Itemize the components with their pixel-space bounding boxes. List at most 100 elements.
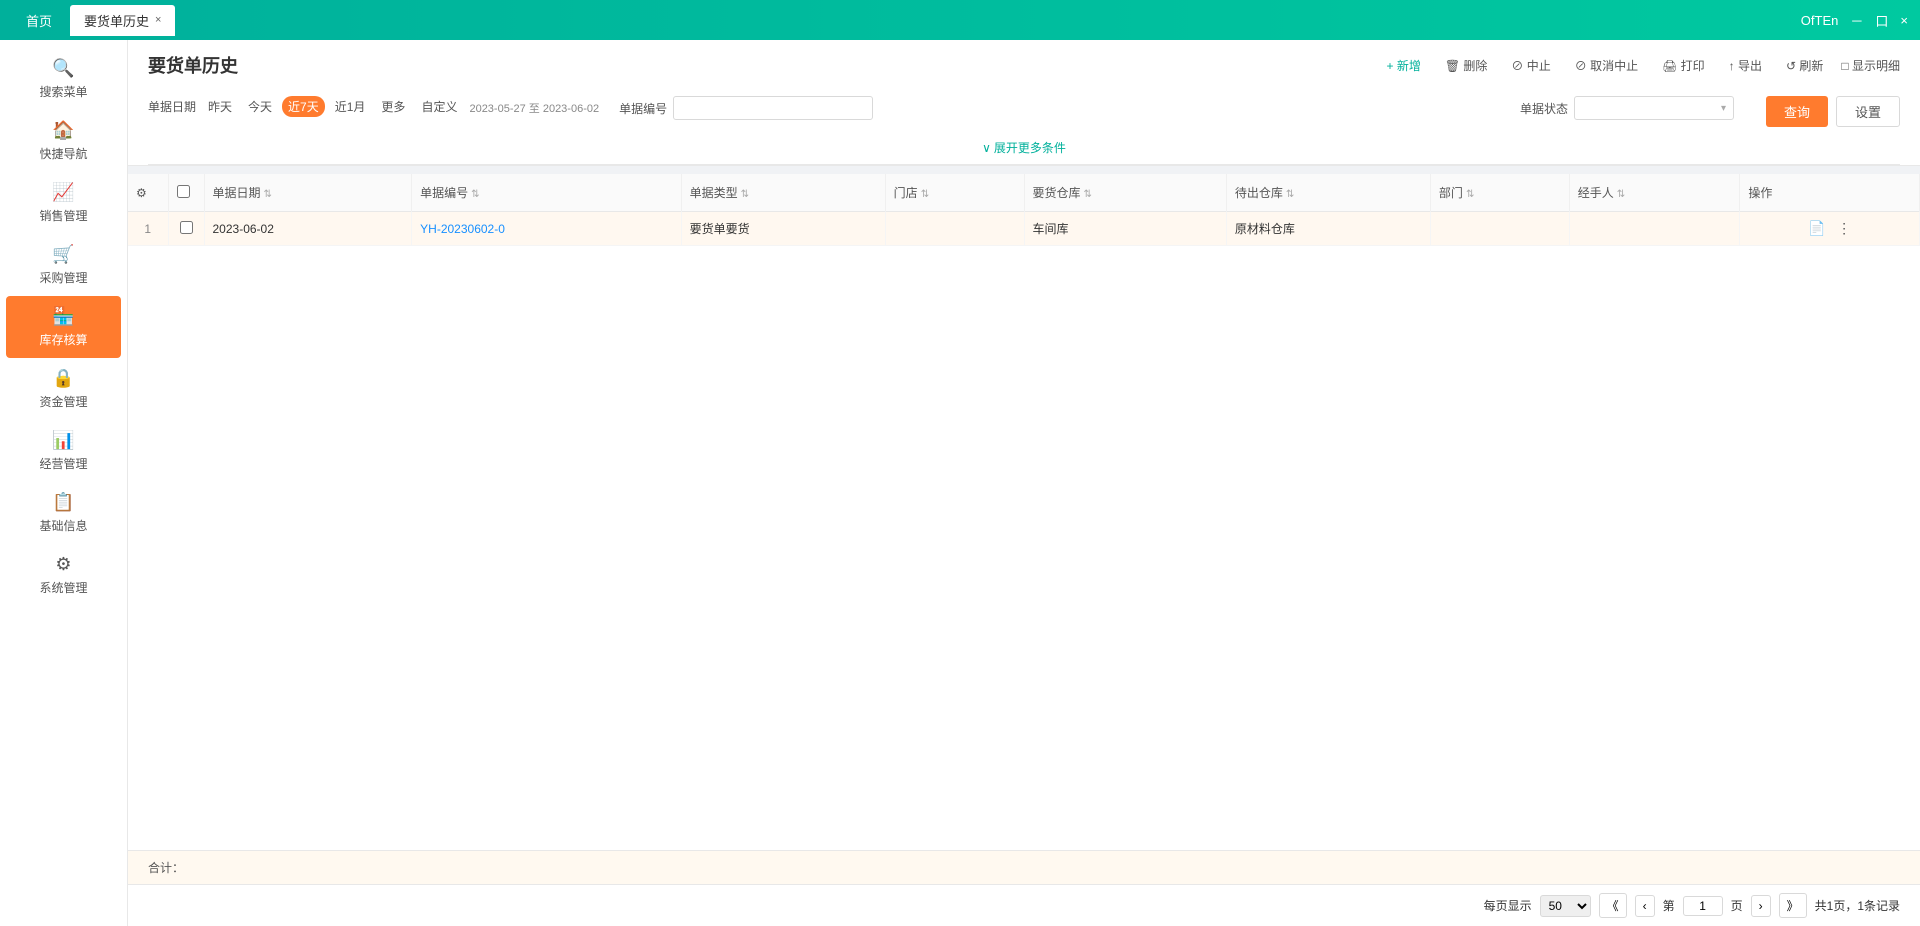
total-records-label: 共1页，1条记录	[1815, 897, 1900, 914]
tab-close-icon[interactable]: ×	[155, 14, 161, 26]
sort-dept-icon[interactable]: ⇅	[1466, 189, 1474, 200]
sort-billtype-icon[interactable]: ⇅	[741, 189, 749, 200]
print-button[interactable]: 🖨 打印	[1656, 53, 1711, 78]
sidebar-item-operation-label: 经营管理	[39, 455, 87, 472]
sidebar-item-search-label: 搜索菜单	[39, 83, 87, 100]
date-option-custom[interactable]: 自定义	[415, 96, 463, 117]
row-store	[885, 212, 1024, 246]
refresh-button[interactable]: ↺ 刷新	[1780, 53, 1829, 78]
prev-page-btn[interactable]: ‹	[1635, 895, 1655, 917]
page-title-row: 要货单历史 + 新增 🗑 删除 ⊘ 中止 ⊘ 取消中止 🖨 打印 ↑ 导出 ↺ …	[148, 52, 1900, 78]
window-close-btn[interactable]: ×	[1900, 13, 1908, 28]
query-button[interactable]: 查询	[1766, 96, 1828, 127]
cancel-stop-button[interactable]: ⊘ 取消中止	[1569, 53, 1644, 78]
sidebar-item-quicknav-label: 快捷导航	[39, 145, 87, 162]
new-button[interactable]: + 新增	[1380, 53, 1426, 78]
row-dept	[1430, 212, 1569, 246]
col-reqwarehouse: 要货仓库⇅	[1024, 174, 1226, 212]
per-page-label: 每页显示	[1484, 897, 1532, 914]
home-icon: 🏠	[52, 120, 74, 141]
status-filter-label: 单据状态	[1520, 100, 1568, 117]
row-billno-link[interactable]: YH-20230602-0	[420, 222, 505, 236]
col-store: 门店⇅	[885, 174, 1024, 212]
date-filter-label: 单据日期	[148, 98, 196, 115]
page-input[interactable]	[1683, 896, 1723, 916]
table-footer: 合计：	[128, 850, 1920, 884]
brand-text: OfTEn	[1801, 13, 1839, 28]
sidebar-item-quicknav[interactable]: 🏠 快捷导航	[0, 110, 127, 172]
delete-button[interactable]: 🗑 删除	[1439, 53, 1494, 78]
first-page-btn[interactable]: 《	[1599, 893, 1627, 918]
sales-icon: 📈	[52, 182, 74, 203]
billno-input[interactable]	[673, 96, 873, 120]
system-icon: ⚙	[55, 554, 71, 575]
top-bar-right: OfTEn － 口 ×	[1801, 11, 1908, 30]
billno-filter-group: 单据编号	[619, 96, 873, 120]
date-option-yesterday[interactable]: 昨天	[202, 96, 238, 117]
sidebar-item-sales[interactable]: 📈 销售管理	[0, 172, 127, 234]
row-billtype: 要货单要货	[681, 212, 885, 246]
filter-area: 单据日期 昨天 今天 近7天 近1月 更多 自定义 2023-05-27 至 2…	[148, 88, 1900, 165]
date-options: 昨天 今天 近7天 近1月 更多 自定义	[202, 96, 463, 117]
expand-more-btn[interactable]: ∨ 展开更多条件	[148, 135, 1900, 164]
col-actions: 操作	[1740, 174, 1920, 212]
sidebar-item-purchase[interactable]: 🛒 采购管理	[0, 234, 127, 296]
tab-home[interactable]: 首页	[12, 5, 66, 36]
sidebar-item-search[interactable]: 🔍 搜索菜单	[0, 48, 127, 110]
sidebar-item-basic-label: 基础信息	[39, 517, 87, 534]
sidebar-item-sales-label: 销售管理	[39, 207, 87, 224]
row-select-checkbox[interactable]	[180, 221, 193, 234]
row-num: 1	[128, 212, 168, 246]
date-option-more[interactable]: 更多	[375, 96, 411, 117]
footer-total-label: 合计：	[148, 861, 184, 875]
next-page-btn[interactable]: ›	[1751, 895, 1771, 917]
sidebar-item-operation[interactable]: 📊 经营管理	[0, 420, 127, 482]
sort-reqwarehouse-icon[interactable]: ⇅	[1084, 189, 1092, 200]
row-edit-icon[interactable]: 📄	[1804, 218, 1829, 238]
main-layout: 🔍 搜索菜单 🏠 快捷导航 📈 销售管理 🛒 采购管理 🏪 库存核算 🔒 资金管…	[0, 40, 1920, 926]
sidebar-item-basic[interactable]: 📋 基础信息	[0, 482, 127, 544]
sort-handler-icon[interactable]: ⇅	[1617, 189, 1625, 200]
sidebar-item-system[interactable]: ⚙ 系统管理	[0, 544, 127, 606]
col-settings[interactable]: ⚙	[128, 174, 168, 212]
row-actions: 📄 ⋮	[1740, 212, 1920, 246]
tab-active[interactable]: 要货单历史 ×	[70, 5, 175, 36]
sidebar-item-finance[interactable]: 🔒 资金管理	[0, 358, 127, 420]
row-reqwarehouse: 车间库	[1024, 212, 1226, 246]
export-button[interactable]: ↑ 导出	[1723, 53, 1768, 78]
billno-filter-label: 单据编号	[619, 100, 667, 117]
stop-button[interactable]: ⊘ 中止	[1505, 53, 1556, 78]
row-billno: YH-20230602-0	[412, 212, 682, 246]
settings-button[interactable]: 设置	[1836, 96, 1900, 127]
date-option-today[interactable]: 今天	[242, 96, 278, 117]
data-table: ⚙ 单据日期⇅ 单据编号⇅ 单据类型⇅ 门店⇅ 要货仓库⇅ 待出仓库⇅ 部门⇅ …	[128, 174, 1920, 246]
row-more-icon[interactable]: ⋮	[1833, 218, 1855, 238]
col-waitwarehouse: 待出仓库⇅	[1226, 174, 1430, 212]
select-all-checkbox[interactable]	[177, 185, 190, 198]
tab-active-label: 要货单历史	[84, 11, 149, 30]
restore-btn[interactable]: 口	[1875, 11, 1888, 30]
date-option-1month[interactable]: 近1月	[329, 96, 372, 117]
sort-billno-icon[interactable]: ⇅	[471, 189, 479, 200]
date-option-7days[interactable]: 近7天	[282, 96, 325, 117]
per-page-select[interactable]: 20 50 100	[1540, 895, 1591, 917]
basic-icon: 📋	[52, 492, 74, 513]
sidebar-item-inventory[interactable]: 🏪 库存核算	[6, 296, 121, 358]
sort-store-icon[interactable]: ⇅	[921, 189, 929, 200]
sort-waitwarehouse-icon[interactable]: ⇅	[1286, 189, 1294, 200]
show-detail-button[interactable]: □ 显示明细	[1841, 57, 1900, 74]
status-select-wrapper	[1574, 96, 1734, 120]
sort-date-icon[interactable]: ⇅	[264, 189, 272, 200]
last-page-btn[interactable]: 》	[1779, 893, 1807, 918]
expand-more-chevron: ∨	[982, 141, 991, 155]
operation-icon: 📊	[52, 430, 74, 451]
minimize-btn[interactable]: －	[1850, 11, 1863, 30]
col-dept: 部门⇅	[1430, 174, 1569, 212]
row-checkbox[interactable]	[168, 212, 204, 246]
col-billtype: 单据类型⇅	[681, 174, 885, 212]
date-filter-group: 单据日期 昨天 今天 近7天 近1月 更多 自定义 2023-05-27 至 2…	[148, 96, 599, 117]
inventory-icon: 🏪	[52, 306, 74, 327]
status-select[interactable]	[1574, 96, 1734, 120]
col-checkbox[interactable]	[168, 174, 204, 212]
row-handler	[1569, 212, 1740, 246]
